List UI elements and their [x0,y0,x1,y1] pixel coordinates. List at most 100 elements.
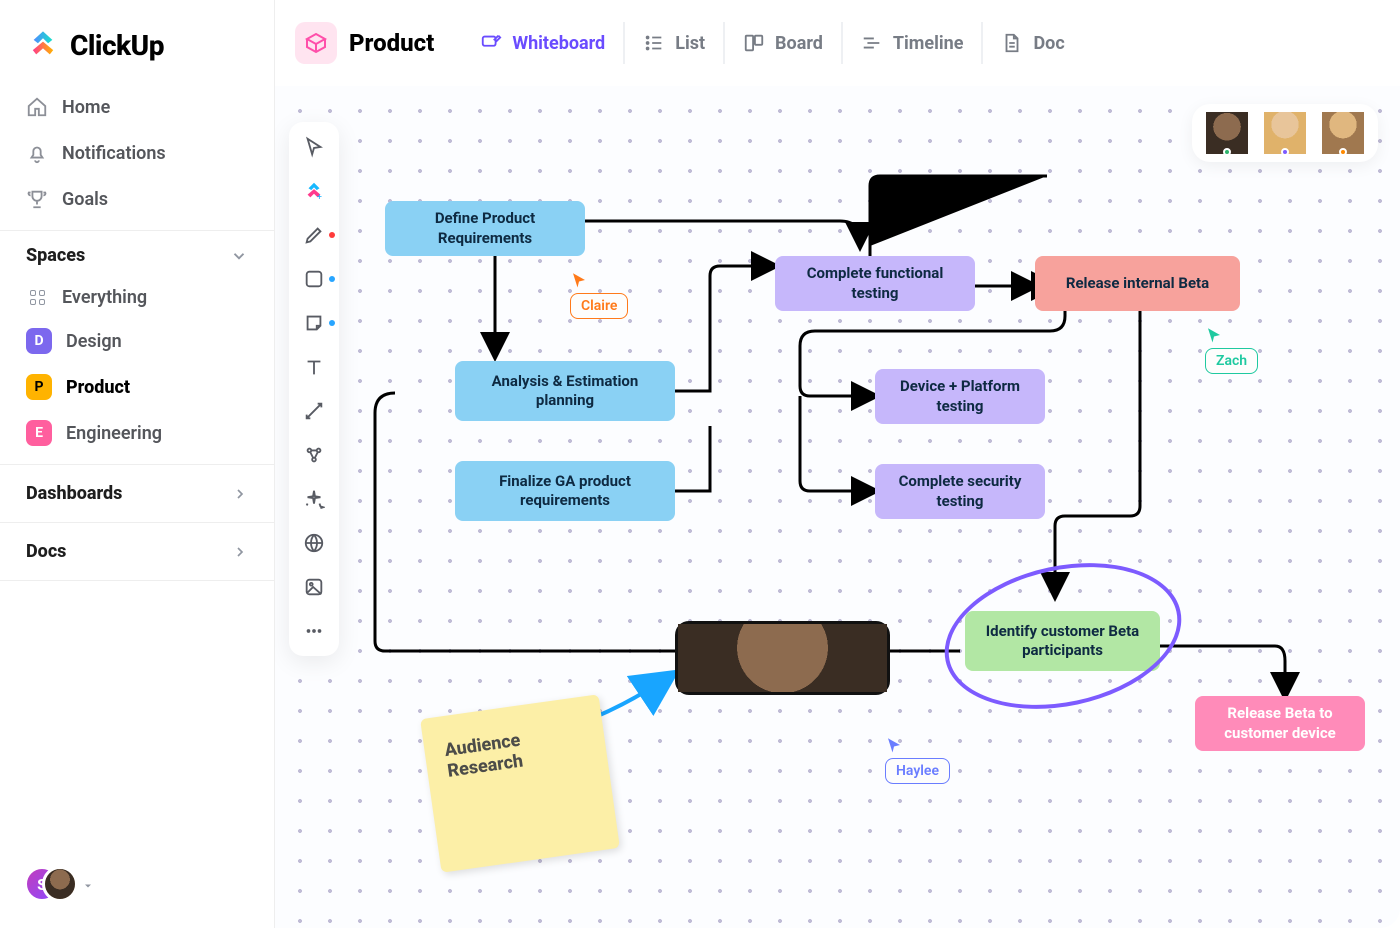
view-label: Board [775,33,823,54]
timeline-icon [861,32,883,54]
main: Product Whiteboard List Board Timeline [275,0,1400,928]
link-tool-icon[interactable] [303,444,325,466]
card-release-internal[interactable]: Release internal Beta [1035,256,1240,311]
view-doc[interactable]: Doc [981,22,1082,64]
pen-tool-icon[interactable] [303,224,325,246]
bell-icon [26,142,48,164]
space-everything[interactable]: Everything [18,276,256,318]
user-avatar-stack[interactable]: S [24,866,76,906]
svg-text:+: + [317,193,322,202]
card-analysis[interactable]: Analysis & Estimation planning [455,361,675,421]
cursor-icon [1205,326,1223,344]
spaces-header[interactable]: Spaces [0,230,274,276]
remote-cursor-zach: Zach [1205,326,1258,374]
sticky-tool-icon[interactable] [303,312,325,334]
cursor-label: Haylee [885,758,950,784]
space-badge: E [26,420,52,446]
card-functional[interactable]: Complete functional testing [775,256,975,311]
connector-tool-icon[interactable] [303,400,325,422]
chevron-right-icon [232,544,248,560]
space-product[interactable]: P Product [18,364,256,410]
presence-bar[interactable] [1192,104,1378,162]
chevron-down-icon [82,880,94,892]
view-label: List [675,33,705,54]
view-label: Timeline [893,33,964,54]
section-title: Dashboards [26,483,122,504]
app-root: ClickUp Home Notifications Goals Spaces [0,0,1400,928]
card-define[interactable]: Define Product Requirements [385,201,585,256]
space-label: Design [66,331,122,352]
dashboards-section[interactable]: Dashboards [0,464,274,522]
shape-tool-icon[interactable] [303,268,325,290]
home-icon [26,96,48,118]
box-icon [295,22,337,64]
whiteboard-canvas[interactable]: + [275,86,1400,928]
sidebar-footer[interactable]: S [0,844,274,928]
nav-label: Notifications [62,143,166,164]
list-icon [643,32,665,54]
docs-section[interactable]: Docs [0,522,274,581]
space-badge: D [26,328,52,354]
cursor-label: Zach [1205,348,1258,374]
view-label: Whiteboard [512,33,605,54]
nav-label: Home [62,97,110,118]
nav-label: Goals [62,189,108,210]
board-icon [743,32,765,54]
views-tabs: Whiteboard List Board Timeline Doc [462,22,1082,64]
nav-notifications[interactable]: Notifications [18,130,256,176]
remote-cursor-haylee: Haylee [885,736,950,784]
space-design[interactable]: D Design [18,318,256,364]
space-label: Product [66,377,130,398]
persona-card[interactable]: Persona [675,621,890,695]
text-tool-icon[interactable] [303,356,325,378]
section-title: Docs [26,541,66,562]
cursor-label: Claire [570,293,628,319]
sticky-note[interactable]: Audience Research [420,694,620,873]
space-engineering[interactable]: E Engineering [18,410,256,456]
clickup-tool-icon[interactable]: + [303,180,325,202]
card-release-customer[interactable]: Release Beta to customer device [1195,696,1365,751]
section-title: Spaces [26,245,85,266]
nav-goals[interactable]: Goals [18,176,256,222]
cursor-icon [570,271,588,289]
chevron-right-icon [232,486,248,502]
whiteboard-icon [480,32,502,54]
presence-avatar[interactable] [1206,112,1248,154]
nav-group: Home Notifications Goals [0,80,274,230]
view-board[interactable]: Board [723,22,841,64]
trophy-icon [26,188,48,210]
space-label: Everything [62,287,147,308]
user-avatar [42,866,78,902]
spaces-list: Everything D Design P Product E Engineer… [0,276,274,464]
topbar: Product Whiteboard List Board Timeline [275,0,1400,86]
ai-tool-icon[interactable] [303,488,325,510]
card-finalize[interactable]: Finalize GA product requirements [455,461,675,521]
view-whiteboard[interactable]: Whiteboard [462,22,623,64]
sidebar: ClickUp Home Notifications Goals Spaces [0,0,275,928]
chevron-down-icon [230,247,248,265]
web-tool-icon[interactable] [303,532,325,554]
space-label: Engineering [66,423,162,444]
view-timeline[interactable]: Timeline [841,22,982,64]
view-list[interactable]: List [623,22,723,64]
card-device[interactable]: Device + Platform testing [875,369,1045,424]
cursor-icon [885,736,903,754]
cursor-tool-icon[interactable] [303,136,325,158]
space-chip[interactable]: Product [283,22,446,64]
space-name: Product [349,29,434,57]
view-label: Doc [1033,33,1064,54]
whiteboard-toolbox: + [289,122,339,656]
presence-avatar[interactable] [1322,112,1364,154]
logo-row[interactable]: ClickUp [0,0,274,80]
persona-avatar [823,638,863,678]
card-security[interactable]: Complete security testing [875,464,1045,519]
doc-icon [1001,32,1023,54]
grid-icon [26,286,48,308]
nav-home[interactable]: Home [18,84,256,130]
more-tool-icon[interactable] [303,620,325,642]
image-tool-icon[interactable] [303,576,325,598]
remote-cursor-claire: Claire [570,271,628,319]
brand-name: ClickUp [70,29,164,62]
presence-avatar[interactable] [1264,112,1306,154]
clickup-logo-icon [26,28,60,62]
